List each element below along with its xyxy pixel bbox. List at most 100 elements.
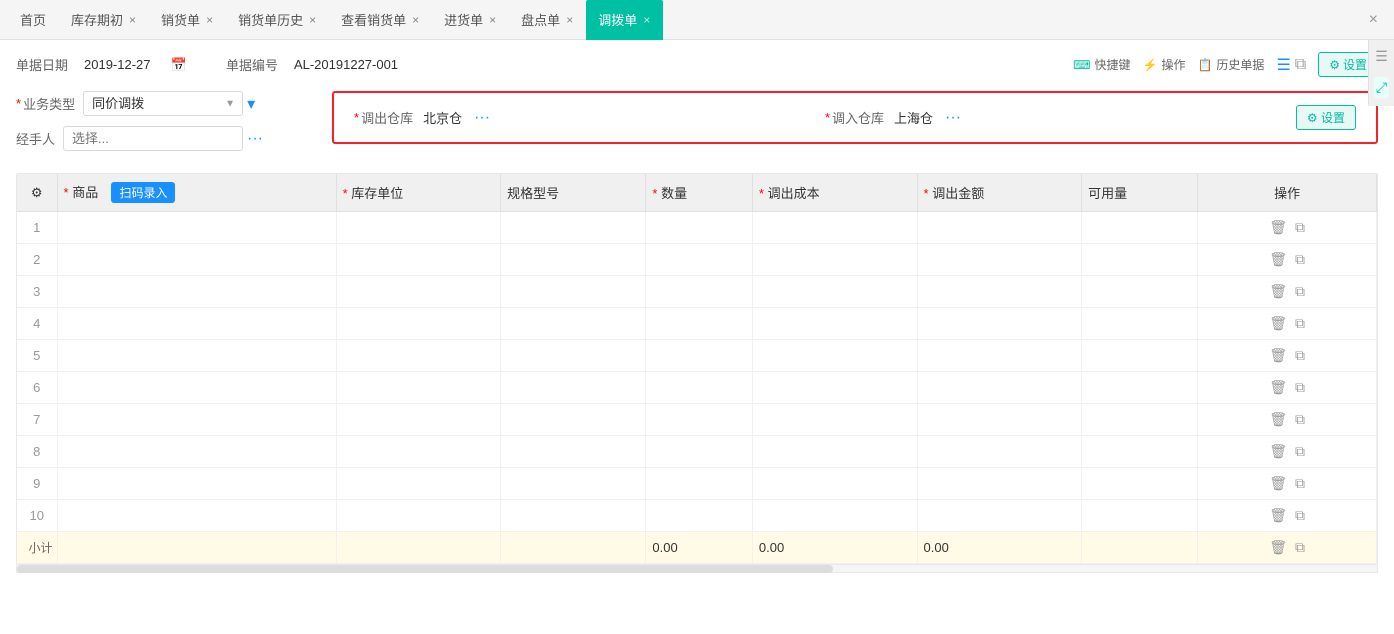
delete-icon[interactable]: 🗑 bbox=[1269, 443, 1287, 460]
available-cell[interactable] bbox=[1082, 340, 1198, 372]
cost-cell[interactable] bbox=[752, 372, 917, 404]
cost-cell[interactable] bbox=[752, 436, 917, 468]
transfer-in-more[interactable]: ··· bbox=[945, 109, 961, 127]
product-cell[interactable] bbox=[57, 500, 336, 532]
spec-cell[interactable] bbox=[501, 276, 646, 308]
amount-cell[interactable] bbox=[917, 308, 1082, 340]
quantity-cell[interactable] bbox=[646, 500, 753, 532]
quantity-cell[interactable] bbox=[646, 468, 753, 500]
col-gear[interactable]: ⚙ bbox=[17, 174, 57, 212]
spec-cell[interactable] bbox=[501, 212, 646, 244]
operation-action[interactable]: ⚡ 操作 bbox=[1143, 56, 1186, 73]
available-cell[interactable] bbox=[1082, 372, 1198, 404]
cost-cell[interactable] bbox=[752, 244, 917, 276]
tab-stocktake[interactable]: 盘点单 × bbox=[509, 0, 586, 40]
copy-icon[interactable]: ⧉ bbox=[1295, 251, 1305, 268]
unit-cell[interactable] bbox=[336, 212, 501, 244]
delete-icon[interactable]: 🗑 bbox=[1269, 315, 1287, 332]
product-cell[interactable] bbox=[57, 404, 336, 436]
unit-cell[interactable] bbox=[336, 308, 501, 340]
quantity-cell[interactable] bbox=[646, 340, 753, 372]
cost-cell[interactable] bbox=[752, 500, 917, 532]
spec-cell[interactable] bbox=[501, 500, 646, 532]
amount-cell[interactable] bbox=[917, 468, 1082, 500]
product-cell[interactable] bbox=[57, 372, 336, 404]
copy-icon[interactable]: ⧉ bbox=[1295, 443, 1305, 460]
quantity-cell[interactable] bbox=[646, 212, 753, 244]
delete-icon[interactable]: 🗑 bbox=[1269, 475, 1287, 492]
product-cell[interactable] bbox=[57, 212, 336, 244]
amount-cell[interactable] bbox=[917, 340, 1082, 372]
cost-cell[interactable] bbox=[752, 212, 917, 244]
tab-transfer[interactable]: 调拨单 × bbox=[586, 0, 663, 40]
doc-date-value[interactable]: 2019-12-27 bbox=[84, 57, 151, 72]
h-scrollbar-thumb[interactable] bbox=[17, 565, 833, 573]
layout-icon-grid[interactable]: ⧉ bbox=[1295, 56, 1306, 74]
delete-icon[interactable]: 🗑 bbox=[1269, 379, 1287, 396]
close-tab-view-sales[interactable]: × bbox=[412, 13, 419, 27]
amount-cell[interactable] bbox=[917, 212, 1082, 244]
close-tab-stocktake[interactable]: × bbox=[566, 13, 573, 27]
spec-cell[interactable] bbox=[501, 372, 646, 404]
tab-purchase-order[interactable]: 进货单 × bbox=[432, 0, 509, 40]
spec-cell[interactable] bbox=[501, 436, 646, 468]
warehouse-settings-button[interactable]: ⚙ 设置 bbox=[1296, 105, 1356, 130]
unit-cell[interactable] bbox=[336, 436, 501, 468]
copy-icon[interactable]: ⧉ bbox=[1295, 411, 1305, 428]
manager-more[interactable]: ··· bbox=[247, 130, 263, 148]
close-tab-transfer[interactable]: × bbox=[643, 13, 650, 27]
product-cell[interactable] bbox=[57, 276, 336, 308]
h-scrollbar[interactable] bbox=[16, 565, 1378, 573]
quantity-cell[interactable] bbox=[646, 404, 753, 436]
amount-cell[interactable] bbox=[917, 404, 1082, 436]
close-tab-inventory-init[interactable]: × bbox=[129, 13, 136, 27]
available-cell[interactable] bbox=[1082, 244, 1198, 276]
delete-icon[interactable]: 🗑 bbox=[1269, 539, 1287, 556]
unit-cell[interactable] bbox=[336, 468, 501, 500]
available-cell[interactable] bbox=[1082, 308, 1198, 340]
tab-view-sales[interactable]: 查看销货单 × bbox=[329, 0, 432, 40]
delete-icon[interactable]: 🗑 bbox=[1269, 251, 1287, 268]
business-type-more[interactable]: ▾ bbox=[247, 94, 255, 114]
product-cell[interactable] bbox=[57, 468, 336, 500]
available-cell[interactable] bbox=[1082, 404, 1198, 436]
copy-icon[interactable]: ⧉ bbox=[1295, 379, 1305, 396]
spec-cell[interactable] bbox=[501, 308, 646, 340]
copy-icon[interactable]: ⧉ bbox=[1295, 539, 1305, 556]
cost-cell[interactable] bbox=[752, 404, 917, 436]
tab-inventory-init[interactable]: 库存期初 × bbox=[59, 0, 149, 40]
unit-cell[interactable] bbox=[336, 340, 501, 372]
unit-cell[interactable] bbox=[336, 244, 501, 276]
copy-icon[interactable]: ⧉ bbox=[1295, 315, 1305, 332]
unit-cell[interactable] bbox=[336, 276, 501, 308]
spec-cell[interactable] bbox=[501, 468, 646, 500]
transfer-out-more[interactable]: ··· bbox=[474, 109, 490, 127]
shortcut-action[interactable]: ⌨ 快捷键 bbox=[1073, 56, 1130, 73]
close-tab-purchase-order[interactable]: × bbox=[489, 13, 496, 27]
amount-cell[interactable] bbox=[917, 500, 1082, 532]
copy-icon[interactable]: ⧉ bbox=[1295, 283, 1305, 300]
quantity-cell[interactable] bbox=[646, 308, 753, 340]
product-cell[interactable] bbox=[57, 244, 336, 276]
sidebar-icon-doc[interactable]: ☰ bbox=[1375, 48, 1388, 65]
tab-home[interactable]: 首页 bbox=[8, 0, 59, 40]
quantity-cell[interactable] bbox=[646, 244, 753, 276]
spec-cell[interactable] bbox=[501, 404, 646, 436]
amount-cell[interactable] bbox=[917, 372, 1082, 404]
available-cell[interactable] bbox=[1082, 500, 1198, 532]
unit-cell[interactable] bbox=[336, 372, 501, 404]
spec-cell[interactable] bbox=[501, 340, 646, 372]
scan-button[interactable]: 扫码录入 bbox=[111, 182, 175, 203]
copy-icon[interactable]: ⧉ bbox=[1295, 219, 1305, 236]
quantity-cell[interactable] bbox=[646, 436, 753, 468]
product-cell[interactable] bbox=[57, 340, 336, 372]
history-action[interactable]: 📋 历史单据 bbox=[1197, 56, 1264, 73]
quantity-cell[interactable] bbox=[646, 372, 753, 404]
amount-cell[interactable] bbox=[917, 276, 1082, 308]
layout-icon-list[interactable]: ☰ bbox=[1276, 55, 1290, 75]
transfer-out-value[interactable]: 北京仓 bbox=[423, 108, 462, 127]
delete-icon[interactable]: 🗑 bbox=[1269, 507, 1287, 524]
copy-icon[interactable]: ⧉ bbox=[1295, 347, 1305, 364]
sidebar-icon-expand[interactable]: ⤢ bbox=[1374, 77, 1389, 98]
cost-cell[interactable] bbox=[752, 340, 917, 372]
